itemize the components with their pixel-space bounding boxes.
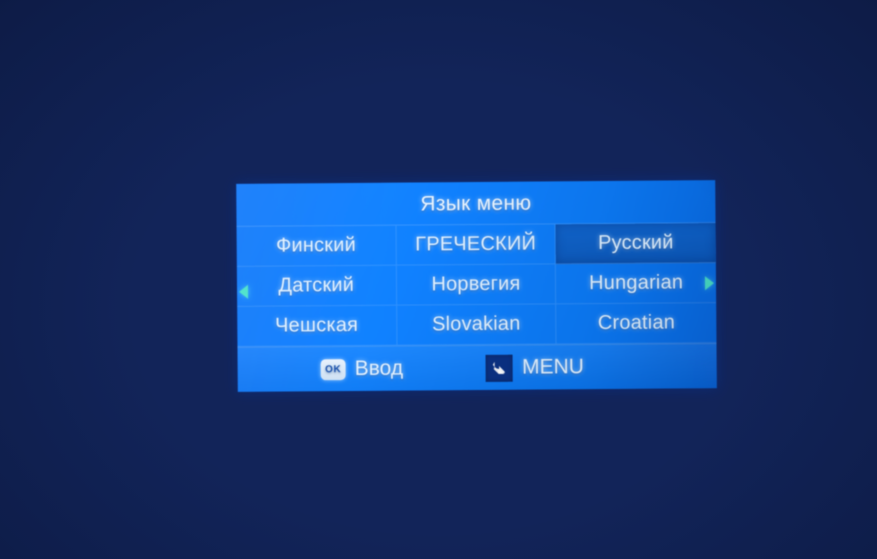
language-cell-danish[interactable]: Датский [236, 265, 397, 307]
language-cell-hungarian[interactable]: Hungarian [556, 263, 717, 305]
language-cell-croatian[interactable]: Croatian [556, 303, 717, 345]
hint-menu-label: MENU [521, 355, 584, 379]
footer-hint-bar: OK Ввод MENU [237, 343, 717, 392]
language-label: Норвегия [431, 272, 521, 296]
language-label: ГРЕЧЕСКИЙ [415, 232, 537, 256]
page-title: Язык меню [420, 191, 532, 216]
language-label: Hungarian [589, 271, 684, 295]
language-cell-russian[interactable]: Русский [555, 223, 716, 265]
language-grid: Финский ГРЕЧЕСКИЙ Русский Датский Норвег… [236, 222, 717, 347]
language-label: Slovakian [431, 312, 521, 336]
language-cell-slovakian[interactable]: Slovakian [396, 304, 557, 346]
language-label: Датский [278, 273, 355, 297]
tv-screen: Язык меню Финский ГРЕЧЕСКИЙ Русский Датс… [0, 0, 877, 559]
hint-enter[interactable]: OK Ввод [320, 356, 404, 382]
language-label: Croatian [597, 311, 676, 335]
triangle-right-icon[interactable] [704, 276, 715, 291]
language-cell-norwegian[interactable]: Норвегия [396, 264, 557, 306]
language-cell-finnish[interactable]: Финский [236, 225, 397, 267]
language-cell-greek[interactable]: ГРЕЧЕСКИЙ [396, 224, 557, 266]
language-label: Чешская [275, 313, 359, 337]
osd-language-menu-panel: Язык меню Финский ГРЕЧЕСКИЙ Русский Датс… [236, 180, 717, 392]
hint-enter-label: Ввод [354, 356, 404, 380]
language-label: Русский [597, 231, 674, 255]
hint-menu[interactable]: MENU [485, 354, 584, 382]
ok-key-icon: OK [320, 358, 346, 380]
return-arrow-icon [485, 354, 514, 382]
language-label: Финский [275, 233, 357, 257]
language-cell-czech[interactable]: Чешская [237, 305, 398, 347]
triangle-left-icon[interactable] [238, 284, 249, 299]
